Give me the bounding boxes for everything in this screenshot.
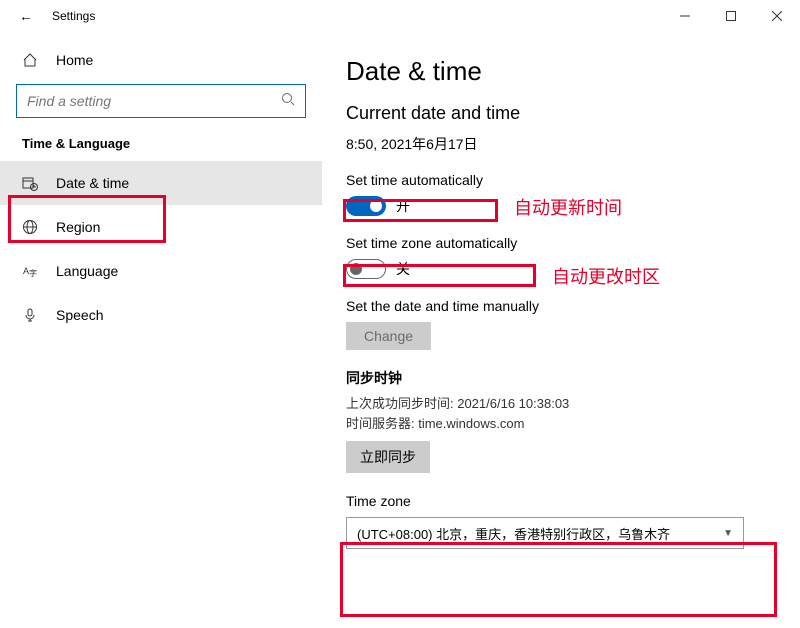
globe-icon [22,219,40,235]
sync-server: 时间服务器: time.windows.com [346,414,772,434]
sidebar-item-speech[interactable]: Speech [0,293,322,337]
sync-last-time: 上次成功同步时间: 2021/6/16 10:38:03 [346,394,772,414]
maximize-button[interactable] [708,0,754,32]
search-input[interactable] [27,93,281,109]
sidebar-item-region[interactable]: Region [0,205,322,249]
sidebar-item-date-time[interactable]: Date & time [0,161,322,205]
timezone-value: (UTC+08:00) 北京，重庆，香港特别行政区，乌鲁木齐 [357,524,670,543]
sidebar-item-label: Date & time [56,175,129,191]
timezone-label: Time zone [346,493,772,509]
language-icon: A字 [22,263,40,279]
auto-time-state: 开 [396,196,410,216]
timezone-select[interactable]: (UTC+08:00) 北京，重庆，香港特别行政区，乌鲁木齐 ▼ [346,517,744,549]
toggle-switch-on [346,196,386,216]
minimize-button[interactable] [662,0,708,32]
section-title: Time & Language [0,136,322,161]
change-button: Change [346,322,431,350]
auto-time-label: Set time automatically [346,172,483,188]
sidebar-item-label: Language [56,263,118,279]
sidebar-item-label: Region [56,219,100,235]
current-datetime-value: 8:50, 2021年6月17日 [346,134,772,154]
search-box[interactable] [16,84,306,118]
svg-text:字: 字 [29,268,37,278]
search-icon [281,92,295,111]
home-icon [22,52,40,68]
auto-tz-toggle[interactable]: 关 [346,259,410,279]
home-nav[interactable]: Home [0,42,322,78]
page-title: Date & time [346,56,772,87]
sidebar-item-language[interactable]: A字 Language [0,249,322,293]
sidebar-item-label: Speech [56,307,103,323]
manual-set-label: Set the date and time manually [346,298,772,314]
sync-clock-title: 同步时钟 [346,368,772,388]
chevron-down-icon: ▼ [723,528,733,539]
home-label: Home [56,52,93,68]
main-content: Date & time Current date and time 8:50, … [322,32,800,628]
sync-now-button[interactable]: 立即同步 [346,441,430,473]
window-title: Settings [52,9,95,23]
auto-time-toggle[interactable]: 开 [346,196,410,216]
auto-tz-state: 关 [396,259,410,279]
calendar-clock-icon [22,175,40,191]
close-button[interactable] [754,0,800,32]
back-button[interactable]: ← [14,8,38,24]
current-datetime-heading: Current date and time [346,103,772,124]
microphone-icon [22,307,40,323]
toggle-switch-off [346,259,386,279]
sidebar: Home Time & Language Date & time Region … [0,32,322,628]
auto-tz-label: Set time zone automatically [346,235,517,251]
